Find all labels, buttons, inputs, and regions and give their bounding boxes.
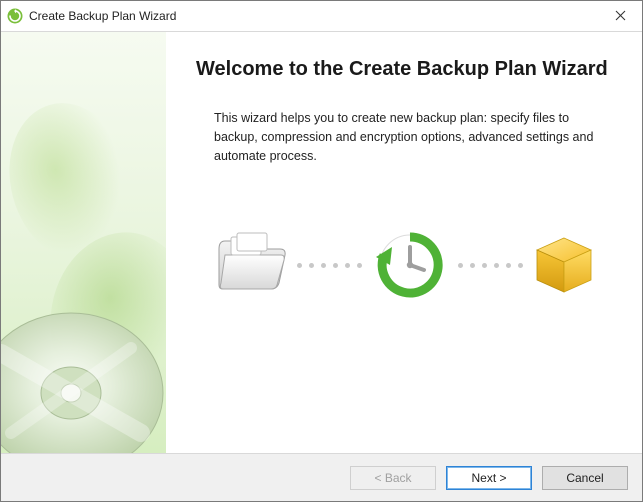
page-description: This wizard helps you to create new back… [214, 109, 594, 165]
next-button[interactable]: Next > [446, 466, 532, 490]
window-title: Create Backup Plan Wizard [29, 9, 176, 23]
steps-illustration [196, 225, 612, 305]
box-icon [531, 232, 597, 298]
connector-dots [458, 263, 523, 268]
wizard-window: Create Backup Plan Wizard [0, 0, 643, 502]
titlebar: Create Backup Plan Wizard [1, 1, 642, 32]
wizard-main: Welcome to the Create Backup Plan Wizard… [166, 32, 642, 453]
page-heading: Welcome to the Create Backup Plan Wizard [196, 58, 612, 81]
titlebar-controls [598, 1, 642, 31]
app-icon [7, 8, 23, 24]
sidebar-art [1, 32, 166, 453]
disc-icon [1, 293, 166, 453]
close-button[interactable] [598, 1, 642, 31]
back-button: < Back [350, 466, 436, 490]
folder-icon [211, 231, 289, 299]
connector-dots [297, 263, 362, 268]
wizard-footer: < Back Next > Cancel [1, 453, 642, 501]
history-clock-icon [370, 225, 450, 305]
wizard-body: Welcome to the Create Backup Plan Wizard… [1, 32, 642, 453]
close-icon [615, 8, 626, 24]
titlebar-left: Create Backup Plan Wizard [7, 8, 176, 24]
cancel-button[interactable]: Cancel [542, 466, 628, 490]
